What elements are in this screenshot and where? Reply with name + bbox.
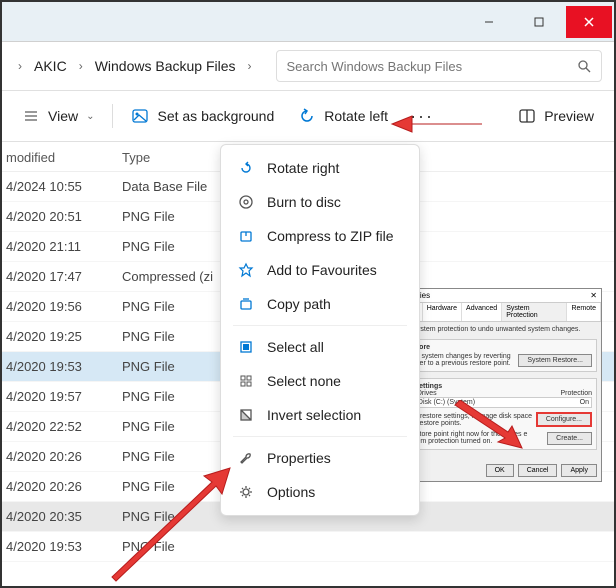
disc-icon bbox=[237, 193, 255, 211]
tab-system-protection[interactable]: System Protection bbox=[502, 303, 567, 321]
menu-separator bbox=[233, 436, 407, 437]
maximize-icon bbox=[533, 16, 545, 28]
rotate-left-button[interactable]: Rotate left bbox=[286, 101, 400, 131]
set-background-button[interactable]: Set as background bbox=[119, 101, 286, 131]
system-properties-dialog: roperties ✕ Name Hardware Advanced Syste… bbox=[394, 288, 602, 482]
file-date: 4/2020 17:47 bbox=[2, 269, 122, 284]
view-button[interactable]: View ⌄ bbox=[10, 101, 106, 131]
file-date: 4/2020 19:25 bbox=[2, 329, 122, 344]
menu-item-zip[interactable]: Compress to ZIP file bbox=[221, 219, 419, 253]
chevron-right-icon[interactable]: › bbox=[244, 59, 256, 73]
restore-section: Restore undo system changes by reverting… bbox=[399, 339, 597, 372]
file-date: 4/2020 22:52 bbox=[2, 419, 122, 434]
menu-item-disc[interactable]: Burn to disc bbox=[221, 185, 419, 219]
context-menu: Rotate right Burn to disc Compress to ZIP … bbox=[220, 144, 420, 516]
dialog-close-icon[interactable]: ✕ bbox=[590, 291, 597, 300]
preview-label: Preview bbox=[544, 108, 594, 124]
menu-item-label: Rotate right bbox=[267, 160, 339, 176]
tab-advanced[interactable]: Advanced bbox=[462, 303, 502, 321]
file-date: 4/2020 20:51 bbox=[2, 209, 122, 224]
dialog-buttons: OK Cancel Apply bbox=[395, 460, 601, 481]
list-icon bbox=[22, 107, 40, 125]
titlebar bbox=[2, 2, 614, 42]
set-background-label: Set as background bbox=[157, 108, 274, 124]
close-icon bbox=[583, 16, 595, 28]
breadcrumb-item[interactable]: Windows Backup Files bbox=[87, 54, 244, 78]
maximize-button[interactable] bbox=[516, 6, 562, 38]
menu-item-copy-path[interactable]: Copy path bbox=[221, 287, 419, 321]
file-date: 4/2020 19:57 bbox=[2, 389, 122, 404]
menu-item-gear[interactable]: Options bbox=[221, 475, 419, 509]
select-all-icon bbox=[237, 338, 255, 356]
drive-protection: On bbox=[580, 399, 589, 406]
file-date: 4/2020 19:53 bbox=[2, 359, 122, 374]
menu-item-label: Properties bbox=[267, 450, 331, 466]
minimize-button[interactable] bbox=[466, 6, 512, 38]
menu-item-label: Select all bbox=[267, 339, 324, 355]
menu-item-select-none[interactable]: Select none bbox=[221, 364, 419, 398]
dialog-titlebar: roperties ✕ bbox=[395, 289, 601, 303]
tab-hardware[interactable]: Hardware bbox=[423, 303, 462, 321]
menu-item-invert[interactable]: Invert selection bbox=[221, 398, 419, 432]
rotate-right-icon bbox=[237, 159, 255, 177]
close-button[interactable] bbox=[566, 6, 612, 38]
configure-button[interactable]: Configure... bbox=[536, 412, 592, 427]
minimize-icon bbox=[483, 16, 495, 28]
system-restore-button[interactable]: System Restore... bbox=[518, 354, 592, 367]
column-modified[interactable]: modified bbox=[2, 150, 122, 165]
dialog-text: Use system protection to undo unwanted s… bbox=[399, 326, 597, 333]
search-input[interactable] bbox=[287, 59, 577, 74]
chevron-right-icon[interactable]: › bbox=[75, 59, 87, 73]
select-none-icon bbox=[237, 372, 255, 390]
rotate-left-label: Rotate left bbox=[324, 108, 388, 124]
file-row[interactable]: 4/2020 19:53PNG File bbox=[2, 532, 614, 562]
menu-item-wrench[interactable]: Properties bbox=[221, 441, 419, 475]
file-date: 4/2020 21:11 bbox=[2, 239, 122, 254]
chevron-down-icon: ⌄ bbox=[86, 111, 94, 122]
menu-item-star[interactable]: Add to Favourites bbox=[221, 253, 419, 287]
tab-remote[interactable]: Remote bbox=[567, 303, 601, 321]
search-icon[interactable] bbox=[577, 59, 591, 73]
breadcrumb-item[interactable]: AKIC bbox=[26, 54, 75, 78]
menu-item-label: Burn to disc bbox=[267, 194, 341, 210]
menu-item-rotate-right[interactable]: Rotate right bbox=[221, 151, 419, 185]
invert-icon bbox=[237, 406, 255, 424]
zip-icon bbox=[237, 227, 255, 245]
view-label: View bbox=[48, 108, 78, 124]
ok-button[interactable]: OK bbox=[486, 464, 514, 477]
separator bbox=[112, 104, 113, 128]
menu-item-label: Invert selection bbox=[267, 407, 361, 423]
section-title: on Settings bbox=[404, 383, 592, 390]
search-box[interactable] bbox=[276, 50, 602, 82]
annotation-arrow bbox=[102, 462, 242, 582]
menu-item-select-all[interactable]: Select all bbox=[221, 330, 419, 364]
apply-button[interactable]: Apply bbox=[561, 464, 597, 477]
annotation-arrow bbox=[387, 104, 487, 144]
menu-item-label: Compress to ZIP file bbox=[267, 228, 394, 244]
rotate-left-icon bbox=[298, 107, 316, 125]
protection-label: Protection bbox=[560, 390, 592, 397]
image-icon bbox=[131, 107, 149, 125]
cancel-button[interactable]: Cancel bbox=[518, 464, 558, 477]
chevron-right-icon[interactable]: › bbox=[14, 59, 26, 73]
restore-text: undo system changes by reverting mputer … bbox=[404, 353, 518, 367]
menu-item-label: Add to Favourites bbox=[267, 262, 377, 278]
star-icon bbox=[237, 261, 255, 279]
breadcrumb-bar: › AKIC › Windows Backup Files › bbox=[2, 42, 614, 90]
create-button[interactable]: Create... bbox=[547, 432, 592, 445]
annotation-arrow bbox=[450, 400, 530, 450]
preview-icon bbox=[518, 107, 536, 125]
menu-item-label: Options bbox=[267, 484, 315, 500]
menu-item-label: Copy path bbox=[267, 296, 331, 312]
preview-button[interactable]: Preview bbox=[506, 101, 606, 131]
section-title: Restore bbox=[404, 344, 592, 351]
menu-item-label: Select none bbox=[267, 373, 341, 389]
file-date: 4/2024 10:55 bbox=[2, 179, 122, 194]
menu-separator bbox=[233, 325, 407, 326]
toolbar: View ⌄ Set as background Rotate left ···… bbox=[2, 90, 614, 142]
dialog-tabs: Name Hardware Advanced System Protection… bbox=[395, 303, 601, 322]
file-date: 4/2020 19:56 bbox=[2, 299, 122, 314]
copy-path-icon bbox=[237, 295, 255, 313]
